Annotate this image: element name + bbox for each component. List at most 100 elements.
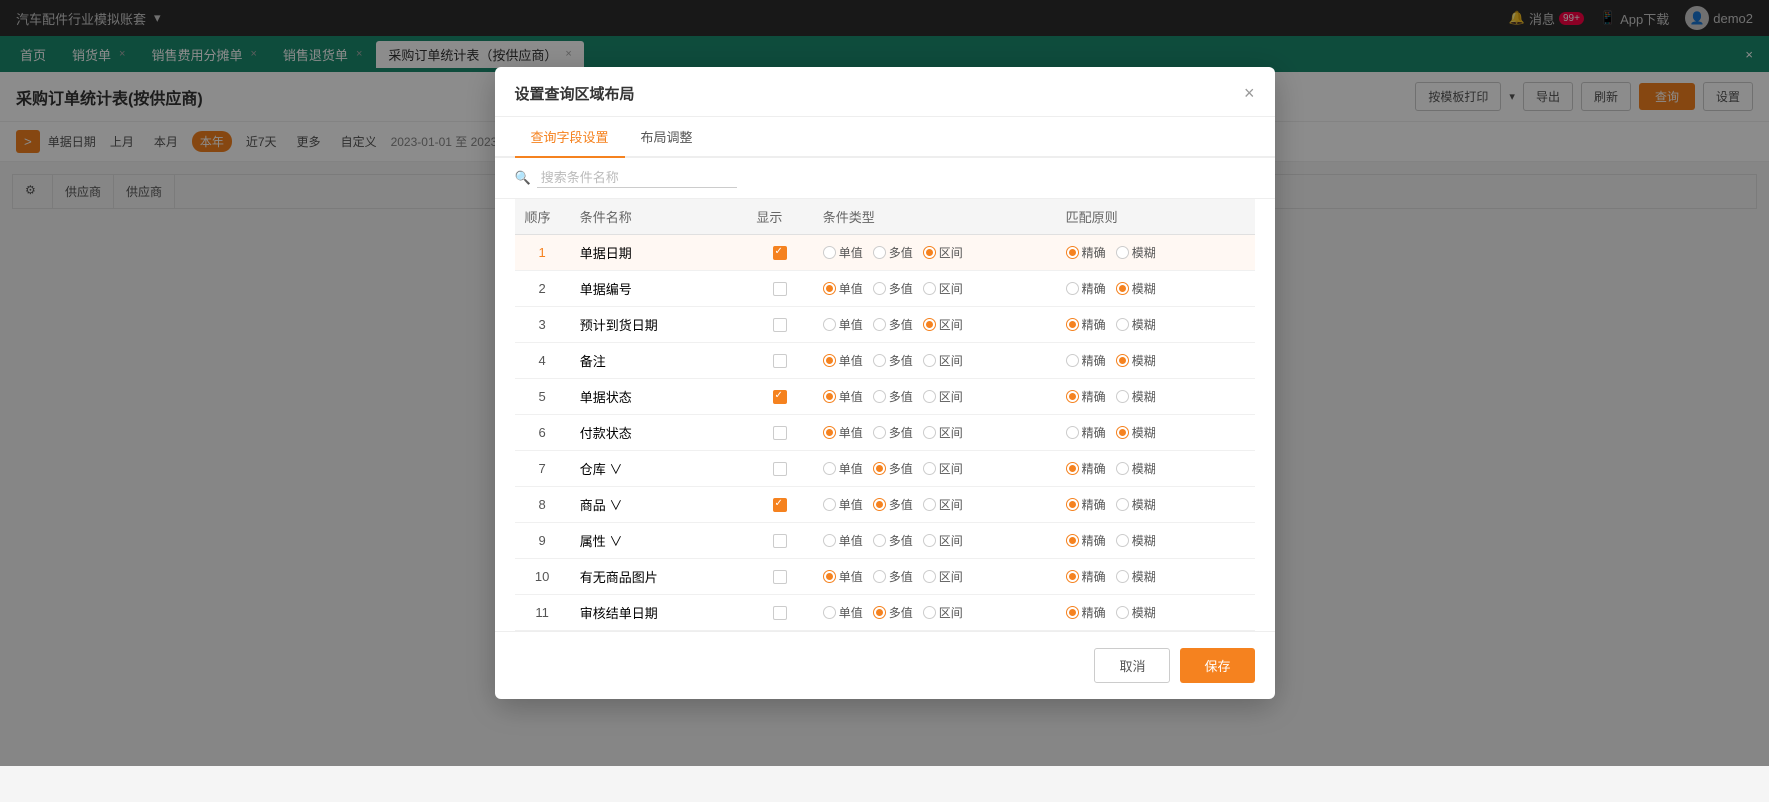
cell-display[interactable] [746,523,812,559]
radio-circle[interactable] [923,390,936,403]
radio-item[interactable]: 模糊 [1116,352,1156,369]
radio-item[interactable]: 精确 [1066,568,1106,585]
cell-display[interactable] [746,343,812,379]
radio-circle[interactable] [873,498,886,511]
radio-item[interactable]: 模糊 [1116,604,1156,621]
radio-item[interactable]: 多值 [873,568,913,585]
radio-item[interactable]: 单值 [823,424,863,441]
radio-circle[interactable] [873,606,886,619]
display-checkbox[interactable] [773,462,787,476]
radio-circle[interactable] [1066,390,1079,403]
radio-item[interactable]: 多值 [873,352,913,369]
radio-circle[interactable] [923,534,936,547]
radio-item[interactable]: 多值 [873,424,913,441]
radio-circle[interactable] [873,390,886,403]
radio-circle[interactable] [923,606,936,619]
radio-circle[interactable] [823,390,836,403]
radio-circle[interactable] [823,498,836,511]
radio-circle[interactable] [873,570,886,583]
radio-circle[interactable] [823,534,836,547]
radio-item[interactable]: 单值 [823,316,863,333]
radio-circle[interactable] [1116,462,1129,475]
radio-circle[interactable] [1116,498,1129,511]
radio-item[interactable]: 模糊 [1116,244,1156,261]
radio-item[interactable]: 区间 [923,244,963,261]
radio-item[interactable]: 区间 [923,352,963,369]
radio-item[interactable]: 模糊 [1116,424,1156,441]
radio-circle[interactable] [823,426,836,439]
display-checkbox[interactable] [773,498,787,512]
radio-circle[interactable] [873,354,886,367]
radio-circle[interactable] [1066,318,1079,331]
radio-item[interactable]: 多值 [873,532,913,549]
radio-item[interactable]: 多值 [873,604,913,621]
radio-item[interactable]: 模糊 [1116,568,1156,585]
radio-item[interactable]: 模糊 [1116,532,1156,549]
cell-display[interactable] [746,559,812,595]
radio-circle[interactable] [923,570,936,583]
radio-circle[interactable] [1116,606,1129,619]
radio-circle[interactable] [923,498,936,511]
cell-display[interactable] [746,379,812,415]
radio-item[interactable]: 区间 [923,532,963,549]
radio-circle[interactable] [923,282,936,295]
cell-display[interactable] [746,235,812,271]
radio-item[interactable]: 区间 [923,604,963,621]
radio-item[interactable]: 模糊 [1116,460,1156,477]
radio-circle[interactable] [923,318,936,331]
radio-item[interactable]: 精确 [1066,532,1106,549]
radio-circle[interactable] [1066,246,1079,259]
radio-circle[interactable] [873,534,886,547]
radio-circle[interactable] [923,354,936,367]
radio-circle[interactable] [1116,246,1129,259]
cell-display[interactable] [746,415,812,451]
radio-circle[interactable] [873,282,886,295]
radio-item[interactable]: 多值 [873,244,913,261]
cell-display[interactable] [746,595,812,631]
radio-circle[interactable] [873,426,886,439]
cell-display[interactable] [746,271,812,307]
radio-item[interactable]: 区间 [923,568,963,585]
radio-item[interactable]: 单值 [823,568,863,585]
radio-circle[interactable] [1116,282,1129,295]
radio-item[interactable]: 单值 [823,244,863,261]
radio-item[interactable]: 精确 [1066,352,1106,369]
display-checkbox[interactable] [773,318,787,332]
radio-circle[interactable] [873,318,886,331]
radio-item[interactable]: 多值 [873,280,913,297]
condition-search-input[interactable] [537,168,737,188]
cell-display[interactable] [746,451,812,487]
radio-circle[interactable] [923,426,936,439]
radio-item[interactable]: 单值 [823,352,863,369]
modal-tab-layout-adjust[interactable]: 布局调整 [625,117,709,158]
radio-item[interactable]: 区间 [923,388,963,405]
cell-display[interactable] [746,307,812,343]
radio-circle[interactable] [1066,606,1079,619]
radio-circle[interactable] [1116,390,1129,403]
cancel-button[interactable]: 取消 [1094,648,1170,683]
radio-item[interactable]: 模糊 [1116,316,1156,333]
modal-tab-query-fields[interactable]: 查询字段设置 [515,117,625,158]
radio-item[interactable]: 精确 [1066,604,1106,621]
radio-item[interactable]: 区间 [923,460,963,477]
display-checkbox[interactable] [773,426,787,440]
radio-item[interactable]: 多值 [873,388,913,405]
modal-close-button[interactable]: × [1244,83,1255,104]
radio-item[interactable]: 模糊 [1116,496,1156,513]
radio-item[interactable]: 多值 [873,496,913,513]
radio-item[interactable]: 多值 [873,316,913,333]
radio-item[interactable]: 精确 [1066,388,1106,405]
radio-circle[interactable] [873,246,886,259]
radio-circle[interactable] [1066,282,1079,295]
radio-circle[interactable] [1066,498,1079,511]
radio-circle[interactable] [923,246,936,259]
cell-display[interactable] [746,487,812,523]
display-checkbox[interactable] [773,534,787,548]
radio-item[interactable]: 精确 [1066,496,1106,513]
radio-circle[interactable] [1116,534,1129,547]
radio-circle[interactable] [823,246,836,259]
radio-item[interactable]: 精确 [1066,280,1106,297]
radio-circle[interactable] [873,462,886,475]
radio-circle[interactable] [1066,426,1079,439]
radio-circle[interactable] [823,318,836,331]
